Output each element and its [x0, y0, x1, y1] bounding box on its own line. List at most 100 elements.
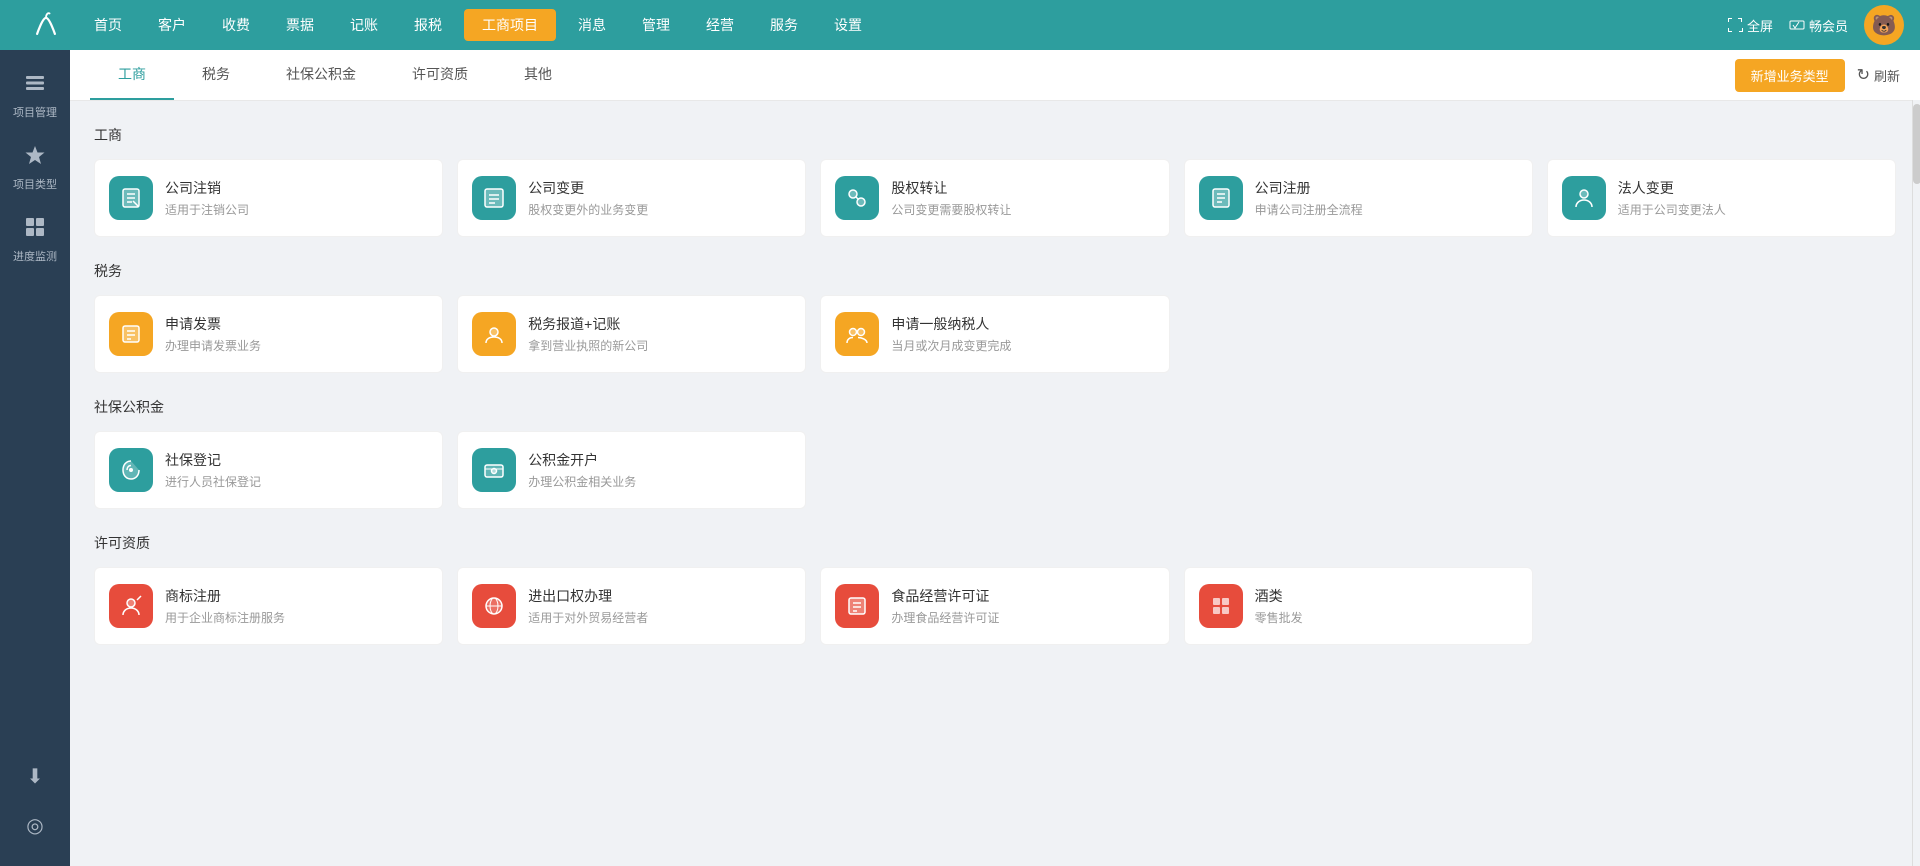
grid-icon	[24, 216, 46, 244]
sidebar-item-progress[interactable]: 进度监测	[0, 204, 70, 276]
card-info-import-export: 进出口权办理 适用于对外贸易经营者	[528, 586, 791, 626]
new-type-button[interactable]: 新增业务类型	[1735, 59, 1845, 92]
section-license: 许可资质 商标注册 用于企业商标注册服务	[94, 533, 1896, 645]
card-info-legal: 法人变更 适用于公司变更法人	[1618, 178, 1881, 218]
vip-btn[interactable]: 畅会员	[1789, 16, 1848, 35]
nav-tax[interactable]: 报税	[396, 0, 460, 50]
top-nav-right: 全屏 畅会员 🐻	[1727, 5, 1904, 45]
card-food-license[interactable]: 食品经营许可证 办理食品经营许可证	[820, 567, 1169, 645]
sidebar-item-project-type[interactable]: 项目类型	[0, 132, 70, 204]
tab-social-insurance[interactable]: 社保公积金	[258, 50, 384, 100]
card-name-fund-account: 公积金开户	[528, 450, 791, 470]
card-icon-liquor	[1199, 584, 1243, 628]
card-name-general-taxpayer: 申请一般纳税人	[891, 314, 1154, 334]
card-trademark[interactable]: 商标注册 用于企业商标注册服务	[94, 567, 443, 645]
card-info-social-register: 社保登记 进行人员社保登记	[165, 450, 428, 490]
tab-bar-right: 新增业务类型 ↻ 刷新	[1735, 59, 1900, 92]
card-name-liquor: 酒类	[1255, 586, 1518, 606]
section-title-license: 许可资质	[94, 533, 1896, 553]
card-icon-trademark	[109, 584, 153, 628]
card-info-change: 公司变更 股权变更外的业务变更	[528, 178, 791, 218]
nav-bookkeeping[interactable]: 记账	[332, 0, 396, 50]
card-desc-tax-bookkeep: 拿到营业执照的新公司	[528, 337, 791, 354]
tab-license[interactable]: 许可资质	[384, 50, 496, 100]
tabs: 工商 税务 社保公积金 许可资质 其他	[90, 50, 580, 100]
card-name-food-license: 食品经营许可证	[891, 586, 1154, 606]
tab-industry[interactable]: 工商	[90, 50, 174, 100]
card-icon-legal	[1562, 176, 1606, 220]
card-icon-fund-account	[472, 448, 516, 492]
card-legal-change[interactable]: 法人变更 适用于公司变更法人	[1547, 159, 1896, 237]
card-name-tax-bookkeep: 税务报道+记账	[528, 314, 791, 334]
sidebar-item-project-manage[interactable]: 项目管理	[0, 60, 70, 132]
card-liquor[interactable]: 酒类 零售批发	[1184, 567, 1533, 645]
section-tax: 税务 申请发票 办理申请发票业务	[94, 261, 1896, 373]
user-avatar[interactable]: 🐻	[1864, 5, 1904, 45]
card-social-register[interactable]: 社保登记 进行人员社保登记	[94, 431, 443, 509]
card-desc-invoice: 办理申请发票业务	[165, 337, 428, 354]
tab-bar: 工商 税务 社保公积金 许可资质 其他 新增业务类型 ↻ 刷新	[70, 50, 1920, 101]
card-info-tax-bookkeep: 税务报道+记账 拿到营业执照的新公司	[528, 314, 791, 354]
card-desc-food-license: 办理食品经营许可证	[891, 609, 1154, 626]
logo	[16, 9, 76, 41]
card-name-import-export: 进出口权办理	[528, 586, 791, 606]
nav-manage[interactable]: 管理	[624, 0, 688, 50]
fullscreen-btn[interactable]: 全屏	[1727, 16, 1773, 35]
refresh-icon: ↻	[1857, 65, 1870, 85]
nav-message[interactable]: 消息	[560, 0, 624, 50]
card-info-general-taxpayer: 申请一般纳税人 当月或次月成变更完成	[891, 314, 1154, 354]
card-general-taxpayer[interactable]: 申请一般纳税人 当月或次月成变更完成	[820, 295, 1169, 373]
card-desc-cancel: 适用于注销公司	[165, 201, 428, 218]
sidebar-bottom: ⬇ ◎	[18, 756, 51, 866]
card-company-change[interactable]: 公司变更 股权变更外的业务变更	[457, 159, 806, 237]
download-icon[interactable]: ⬇	[19, 756, 52, 797]
card-info-cancel: 公司注销 适用于注销公司	[165, 178, 428, 218]
location-icon[interactable]: ◎	[18, 805, 51, 846]
card-name-cancel: 公司注销	[165, 178, 428, 198]
card-desc-import-export: 适用于对外贸易经营者	[528, 609, 791, 626]
nav-home[interactable]: 首页	[76, 0, 140, 50]
card-desc-trademark: 用于企业商标注册服务	[165, 609, 428, 626]
card-desc-register: 申请公司注册全流程	[1255, 201, 1518, 218]
nav-bill[interactable]: 票据	[268, 0, 332, 50]
card-desc-legal: 适用于公司变更法人	[1618, 201, 1881, 218]
tab-tax[interactable]: 税务	[174, 50, 258, 100]
card-company-register[interactable]: 公司注册 申请公司注册全流程	[1184, 159, 1533, 237]
tab-other[interactable]: 其他	[496, 50, 580, 100]
top-navigation: 首页 客户 收费 票据 记账 报税 工商项目 消息 管理 经营 服务 设置 全屏…	[0, 0, 1920, 50]
card-desc-change: 股权变更外的业务变更	[528, 201, 791, 218]
nav-industry[interactable]: 工商项目	[464, 9, 556, 41]
nav-service[interactable]: 服务	[752, 0, 816, 50]
nav-operation[interactable]: 经营	[688, 0, 752, 50]
card-info-equity: 股权转让 公司变更需要股权转让	[891, 178, 1154, 218]
card-company-cancel[interactable]: 公司注销 适用于注销公司	[94, 159, 443, 237]
left-sidebar: 项目管理 项目类型 进度监测 ⬇ ◎	[0, 50, 70, 866]
card-info-trademark: 商标注册 用于企业商标注册服务	[165, 586, 428, 626]
card-name-social-register: 社保登记	[165, 450, 428, 470]
card-icon-cancel	[109, 176, 153, 220]
star-icon	[24, 144, 46, 172]
card-name-legal: 法人变更	[1618, 178, 1881, 198]
card-equity-transfer[interactable]: 股权转让 公司变更需要股权转让	[820, 159, 1169, 237]
nav-fee[interactable]: 收费	[204, 0, 268, 50]
tax-cards-grid: 申请发票 办理申请发票业务 税务报道+记账 拿到营业执照的新公司	[94, 295, 1896, 373]
card-info-fund-account: 公积金开户 办理公积金相关业务	[528, 450, 791, 490]
social-cards-grid: 社保登记 进行人员社保登记 公积金开户 办理公积金相关业务	[94, 431, 1896, 509]
refresh-button[interactable]: ↻ 刷新	[1857, 65, 1900, 85]
card-info-liquor: 酒类 零售批发	[1255, 586, 1518, 626]
card-icon-import-export	[472, 584, 516, 628]
card-fund-account[interactable]: 公积金开户 办理公积金相关业务	[457, 431, 806, 509]
license-cards-grid: 商标注册 用于企业商标注册服务 进出口权办理 适用于对外贸易	[94, 567, 1896, 645]
list-icon	[24, 72, 46, 100]
card-icon-change	[472, 176, 516, 220]
scrollbar-thumb[interactable]	[1913, 104, 1920, 184]
card-import-export[interactable]: 进出口权办理 适用于对外贸易经营者	[457, 567, 806, 645]
card-icon-tax-bookkeep	[472, 312, 516, 356]
card-name-invoice: 申请发票	[165, 314, 428, 334]
card-desc-general-taxpayer: 当月或次月成变更完成	[891, 337, 1154, 354]
nav-customer[interactable]: 客户	[140, 0, 204, 50]
card-tax-bookkeep[interactable]: 税务报道+记账 拿到营业执照的新公司	[457, 295, 806, 373]
nav-settings[interactable]: 设置	[816, 0, 880, 50]
card-invoice[interactable]: 申请发票 办理申请发票业务	[94, 295, 443, 373]
card-name-register: 公司注册	[1255, 178, 1518, 198]
